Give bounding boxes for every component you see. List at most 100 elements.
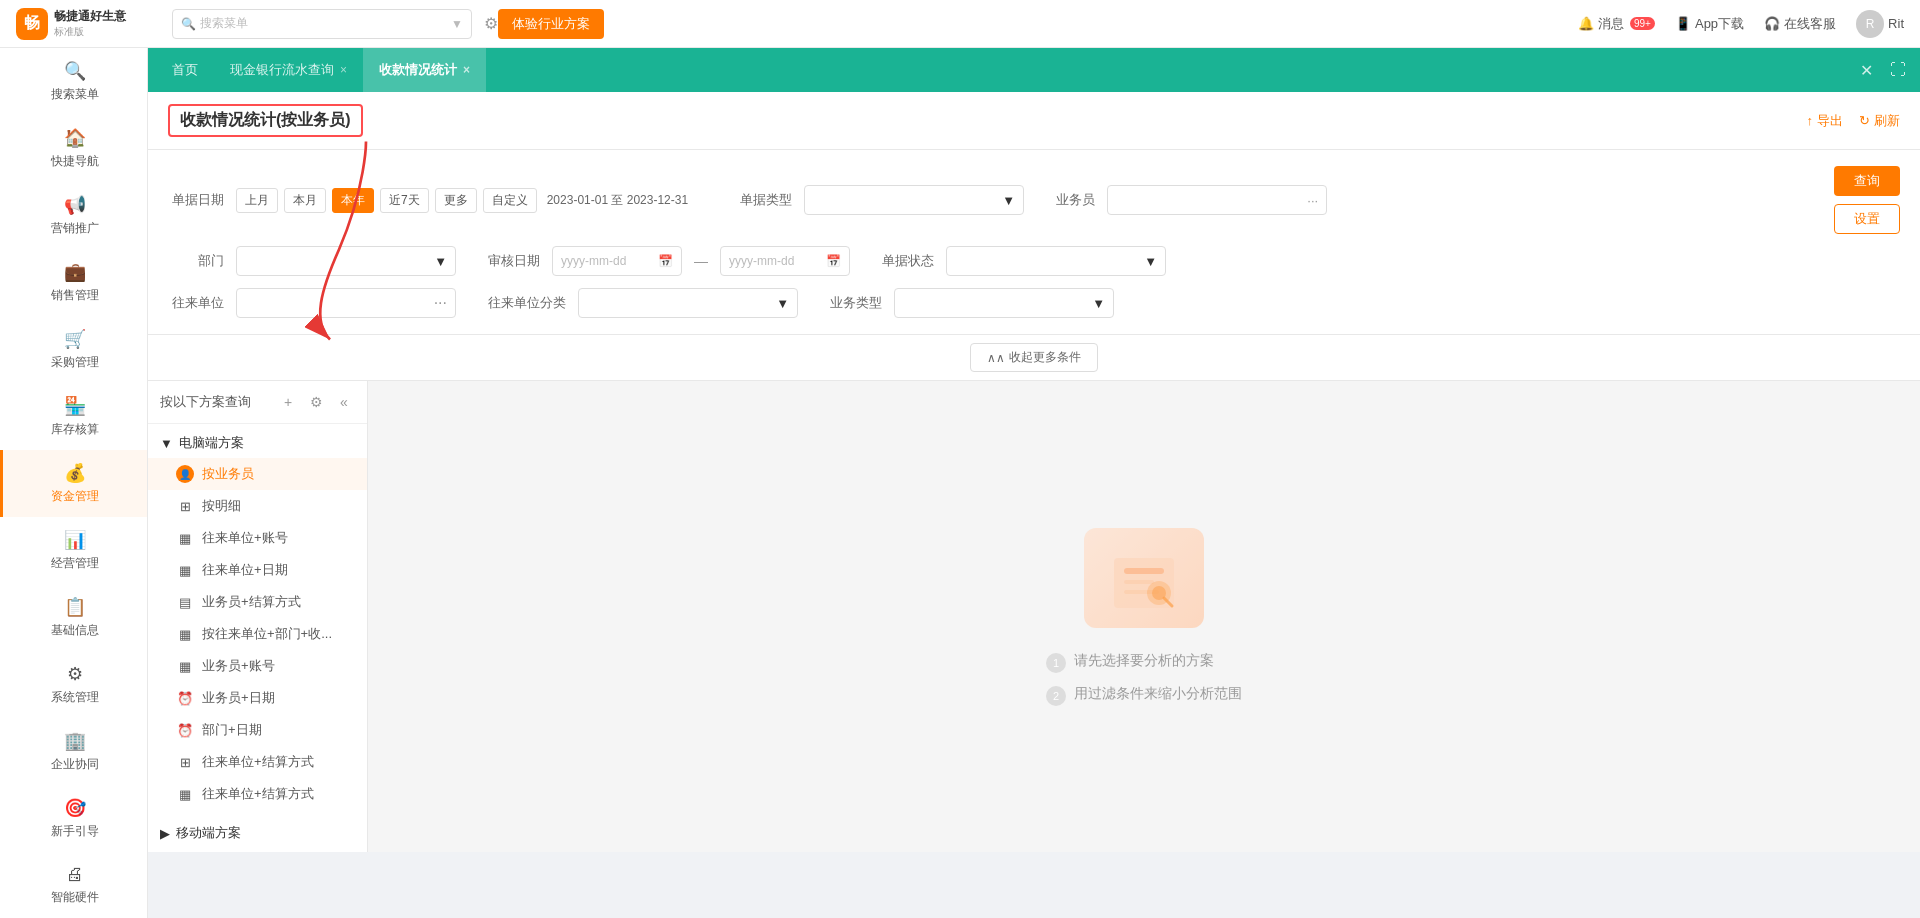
tab-cashflow-close[interactable]: × bbox=[340, 63, 347, 77]
review-date-group: 审核日期 bbox=[488, 252, 540, 270]
date-btn-this-year[interactable]: 本年 bbox=[332, 188, 374, 213]
business-type-select[interactable]: ▼ bbox=[894, 288, 1114, 318]
marketing-icon: 📢 bbox=[64, 194, 86, 216]
main-content: 首页 现金银行流水查询 × 收款情况统计 × ✕ ⛶ 收款情况统计(按业务员) bbox=[148, 48, 1920, 918]
online-service-button[interactable]: 🎧 在线客服 bbox=[1764, 15, 1836, 33]
panel-collapse-btn[interactable]: « bbox=[333, 391, 355, 413]
trial-button[interactable]: 体验行业方案 bbox=[498, 9, 604, 39]
sidebar-item-enterprise[interactable]: 🏢 企业协同 bbox=[0, 718, 147, 785]
sidebar-item-sales[interactable]: 💼 销售管理 bbox=[0, 249, 147, 316]
counterparty-type-group: 往来单位分类 bbox=[488, 294, 566, 312]
plan-item-label: 按明细 bbox=[202, 497, 241, 515]
plan-item-label: 业务员+账号 bbox=[202, 657, 275, 675]
user-avatar[interactable]: R Rit bbox=[1856, 10, 1904, 38]
plan-item-by-detail[interactable]: ⊞ 按明细 bbox=[148, 490, 367, 522]
counterparty-type-select[interactable]: ▼ bbox=[578, 288, 798, 318]
filter-row-3: 往来单位 ··· 往来单位分类 ▼ 业务类型 bbox=[168, 288, 1900, 318]
date-btn-custom[interactable]: 自定义 bbox=[483, 188, 537, 213]
plan-item-label: 部门+日期 bbox=[202, 721, 262, 739]
calendar-icon-end: 📅 bbox=[826, 254, 841, 268]
dept-select[interactable]: ▼ bbox=[236, 246, 456, 276]
tab-receipts-close[interactable]: × bbox=[463, 63, 470, 77]
sidebar-item-marketing[interactable]: 📢 营销推广 bbox=[0, 182, 147, 249]
app-download-button[interactable]: 📱 App下载 bbox=[1675, 15, 1744, 33]
desktop-section-header[interactable]: ▼ 电脑端方案 bbox=[148, 428, 367, 458]
review-date-start[interactable]: yyyy-mm-dd 📅 bbox=[552, 246, 682, 276]
sidebar-item-purchase[interactable]: 🛒 采购管理 bbox=[0, 316, 147, 383]
review-date-end[interactable]: yyyy-mm-dd 📅 bbox=[720, 246, 850, 276]
sidebar-item-operations[interactable]: 📊 经营管理 bbox=[0, 517, 147, 584]
date-btn-this-month[interactable]: 本月 bbox=[284, 188, 326, 213]
plan-item-unit-settlement-2[interactable]: ▦ 往来单位+结算方式 bbox=[148, 778, 367, 810]
plan-item-dept-date[interactable]: ⏰ 部门+日期 bbox=[148, 714, 367, 746]
sidebar-item-basic-info[interactable]: 📋 基础信息 bbox=[0, 584, 147, 651]
tab-close-all-btn[interactable]: ✕ bbox=[1852, 56, 1880, 84]
sidebar-item-system[interactable]: ⚙ 系统管理 bbox=[0, 651, 147, 718]
review-date-label: 审核日期 bbox=[488, 253, 540, 268]
chevron-down-icon: ▼ bbox=[776, 296, 789, 311]
plan-item-by-staff[interactable]: 👤 按业务员 bbox=[148, 458, 367, 490]
export-button[interactable]: ↑ 导出 bbox=[1807, 112, 1844, 130]
sidebar-item-warehouse[interactable]: 🏪 库存核算 bbox=[0, 383, 147, 450]
tab-receipts[interactable]: 收款情况统计 × bbox=[363, 48, 486, 92]
hardware-icon: 🖨 bbox=[66, 864, 84, 885]
plan-item-staff-account[interactable]: ▦ 业务员+账号 bbox=[148, 650, 367, 682]
filter-settings-button[interactable]: 设置 bbox=[1834, 204, 1900, 234]
sidebar-item-hardware[interactable]: 🖨 智能硬件 bbox=[0, 852, 147, 918]
page-header: 收款情况统计(按业务员) ↑ 导出 ↻ 刷新 bbox=[148, 92, 1920, 150]
sidebar-item-label: 销售管理 bbox=[51, 287, 99, 304]
counterparty-input[interactable]: ··· bbox=[236, 288, 456, 318]
main-layout: 🔍 搜索菜单 🏠 快捷导航 📢 营销推广 💼 销售管理 🛒 采购管理 🏪 库存核… bbox=[0, 48, 1920, 918]
sidebar-item-shortcuts[interactable]: 🏠 快捷导航 bbox=[0, 115, 147, 182]
settings-gear-icon[interactable]: ⚙ bbox=[484, 14, 498, 33]
plan-item-label: 业务员+日期 bbox=[202, 689, 275, 707]
collapse-row: ∧∧ 收起更多条件 bbox=[148, 335, 1920, 381]
plan-item-unit-dept[interactable]: ▦ 按往来单位+部门+收... bbox=[148, 618, 367, 650]
sidebar-item-label: 资金管理 bbox=[51, 488, 99, 505]
left-panel: 按以下方案查询 + ⚙ « ▼ 电脑端方案 👤 bbox=[148, 381, 368, 852]
plan-item-icon-sp: ▤ bbox=[176, 593, 194, 611]
date-range-text: 2023-01-01 至 2023-12-31 bbox=[547, 192, 688, 209]
panel-settings-btn[interactable]: ⚙ bbox=[305, 391, 327, 413]
sidebar-item-search[interactable]: 🔍 搜索菜单 bbox=[0, 48, 147, 115]
date-btn-prev-month[interactable]: 上月 bbox=[236, 188, 278, 213]
tab-home[interactable]: 首页 bbox=[156, 48, 214, 92]
plan-item-staff-payment[interactable]: ▤ 业务员+结算方式 bbox=[148, 586, 367, 618]
panel-add-btn[interactable]: + bbox=[277, 391, 299, 413]
plan-item-unit-account[interactable]: ▦ 往来单位+账号 bbox=[148, 522, 367, 554]
top-header: 畅 畅捷通好生意 标准版 🔍 搜索菜单 ▼ ⚙ 体验行业方案 🔔 消息 99+ … bbox=[0, 0, 1920, 48]
warehouse-icon: 🏪 bbox=[64, 395, 86, 417]
query-button[interactable]: 查询 bbox=[1834, 166, 1900, 196]
plan-item-unit-settlement-1[interactable]: ⊞ 往来单位+结算方式 bbox=[148, 746, 367, 778]
plan-item-staff-date[interactable]: ⏰ 业务员+日期 bbox=[148, 682, 367, 714]
date-btn-more[interactable]: 更多 bbox=[435, 188, 477, 213]
sidebar-item-finance[interactable]: 💰 资金管理 bbox=[0, 450, 147, 517]
voucher-status-group: 单据状态 bbox=[882, 252, 934, 270]
header-search-bar[interactable]: 🔍 搜索菜单 ▼ bbox=[172, 9, 472, 39]
refresh-button[interactable]: ↻ 刷新 bbox=[1859, 112, 1900, 130]
page-content: 收款情况统计(按业务员) ↑ 导出 ↻ 刷新 单据日期 bbox=[148, 92, 1920, 918]
collapse-up-icon: ∧∧ bbox=[987, 351, 1005, 365]
tab-bar: 首页 现金银行流水查询 × 收款情况统计 × ✕ ⛶ bbox=[148, 48, 1920, 92]
tab-maximize-btn[interactable]: ⛶ bbox=[1884, 56, 1912, 84]
mobile-section-header[interactable]: ▶ 移动端方案 bbox=[148, 818, 367, 848]
svg-rect-1 bbox=[1124, 568, 1164, 574]
sidebar-item-label: 新手引导 bbox=[51, 823, 99, 840]
date-label: 单据日期 bbox=[168, 191, 224, 209]
voucher-type-select[interactable]: ▼ bbox=[804, 185, 1024, 215]
sidebar-item-label: 企业协同 bbox=[51, 756, 99, 773]
date-btn-7days[interactable]: 近7天 bbox=[380, 188, 429, 213]
chevron-down-icon: ▼ bbox=[1092, 296, 1105, 311]
export-icon: ↑ bbox=[1807, 113, 1814, 128]
date-dash: — bbox=[694, 253, 708, 269]
collapse-button[interactable]: ∧∧ 收起更多条件 bbox=[970, 343, 1098, 372]
tab-bar-actions: ✕ ⛶ bbox=[1852, 56, 1912, 84]
plan-item-label: 往来单位+日期 bbox=[202, 561, 288, 579]
staff-select[interactable]: ··· bbox=[1107, 185, 1327, 215]
plan-item-unit-date[interactable]: ▦ 往来单位+日期 bbox=[148, 554, 367, 586]
tab-cashflow[interactable]: 现金银行流水查询 × bbox=[214, 48, 363, 92]
sidebar-item-guide[interactable]: 🎯 新手引导 bbox=[0, 785, 147, 852]
voucher-status-select[interactable]: ▼ bbox=[946, 246, 1166, 276]
search-icon: 🔍 bbox=[181, 17, 196, 31]
notification-button[interactable]: 🔔 消息 99+ bbox=[1578, 15, 1655, 33]
